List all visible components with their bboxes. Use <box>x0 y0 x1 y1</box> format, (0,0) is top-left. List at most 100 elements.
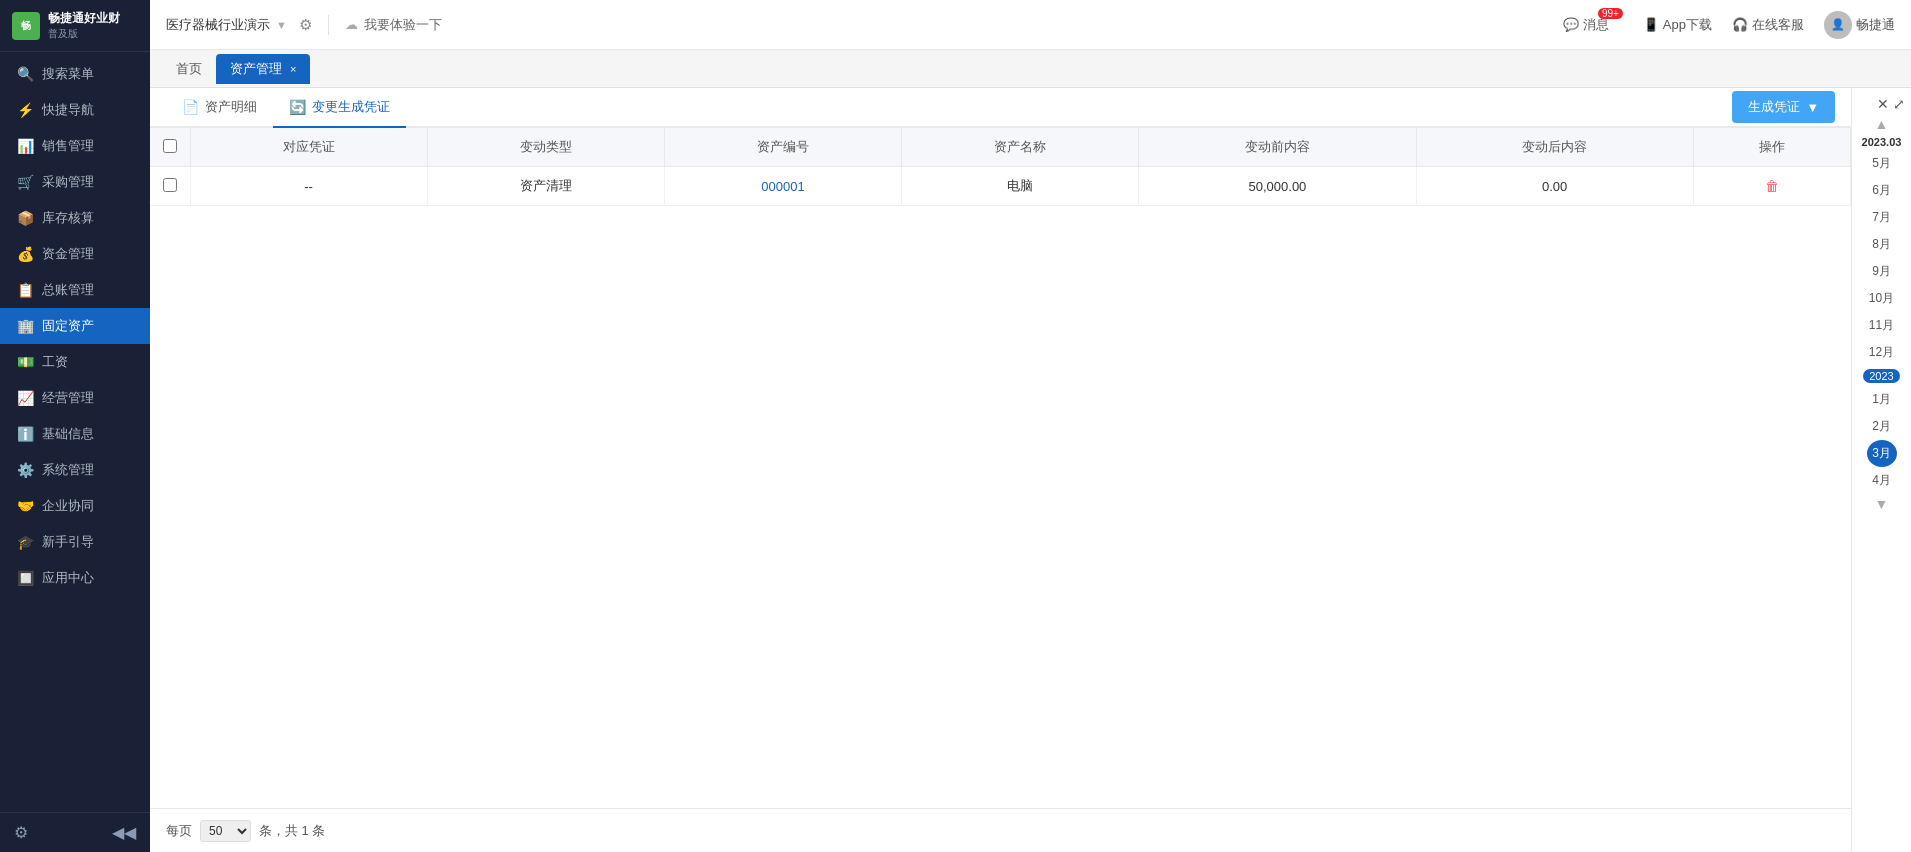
sidebar-item-guide[interactable]: 🎓 新手引导 <box>0 524 150 560</box>
sidebar-item-label: 资金管理 <box>42 245 94 263</box>
year-2023-badge[interactable]: 2023 <box>1863 369 1899 383</box>
col-asset-code: 资产编号 <box>664 128 901 167</box>
settings-icon[interactable]: ⚙ <box>299 16 312 34</box>
app-download-button[interactable]: 📱 App下载 <box>1643 16 1712 34</box>
month-9[interactable]: 9月 <box>1852 258 1911 285</box>
sidebar-item-label: 系统管理 <box>42 461 94 479</box>
tab-home[interactable]: 首页 <box>166 54 212 84</box>
tab-label: 资产管理 <box>230 60 282 78</box>
chevron-down-icon: ▼ <box>1806 100 1819 115</box>
generate-btn-label: 生成凭证 <box>1748 98 1800 116</box>
sidebar-item-operations[interactable]: 📈 经营管理 <box>0 380 150 416</box>
expand-panel-button[interactable]: ⤢ <box>1893 96 1905 112</box>
delete-icon[interactable]: 🗑 <box>1765 178 1779 194</box>
user-name: 畅捷通 <box>1856 16 1895 34</box>
sidebar-item-sales[interactable]: 📊 销售管理 <box>0 128 150 164</box>
company-name: 医疗器械行业演示 <box>166 16 270 34</box>
experience-link[interactable]: ☁ 我要体验一下 <box>345 16 442 34</box>
sidebar-item-search[interactable]: 🔍 搜索菜单 <box>0 56 150 92</box>
message-icon: 💬 <box>1563 17 1579 32</box>
month-7[interactable]: 7月 <box>1852 204 1911 231</box>
gear-icon: ⚙️ <box>16 462 34 478</box>
sidebar-footer: ⚙ ◀◀ <box>0 812 150 852</box>
app-name: 畅捷通好业财 <box>48 10 120 27</box>
user-menu[interactable]: 👤 畅捷通 <box>1824 11 1895 39</box>
month-2[interactable]: 2月 <box>1852 413 1911 440</box>
cell-after-change: 0.00 <box>1416 167 1693 206</box>
sidebar-item-label: 新手引导 <box>42 533 94 551</box>
customer-service-button[interactable]: 🎧 在线客服 <box>1732 16 1804 34</box>
sidebar-header: 畅 畅捷通好业财 普及版 <box>0 0 150 52</box>
month-6[interactable]: 6月 <box>1852 177 1911 204</box>
tab-change-voucher-label: 变更生成凭证 <box>312 98 390 116</box>
messages-button[interactable]: 💬 消息 99+ <box>1563 16 1609 34</box>
sidebar-item-enterprise[interactable]: 🤝 企业协同 <box>0 488 150 524</box>
sidebar-item-app-center[interactable]: 🔲 应用中心 <box>0 560 150 596</box>
col-before-change: 变动前内容 <box>1139 128 1416 167</box>
guide-icon: 🎓 <box>16 534 34 550</box>
settings-icon[interactable]: ⚙ <box>14 823 28 842</box>
month-1[interactable]: 1月 <box>1852 386 1911 413</box>
lightning-icon: ⚡ <box>16 102 34 118</box>
company-selector[interactable]: 医疗器械行业演示 ▼ <box>166 16 287 34</box>
select-all-checkbox[interactable] <box>163 139 177 153</box>
salary-icon: 💵 <box>16 354 34 370</box>
sidebar-item-fixed-assets[interactable]: 🏢 固定资产 <box>0 308 150 344</box>
month-4[interactable]: 4月 <box>1852 467 1911 494</box>
col-change-type: 变动类型 <box>427 128 664 167</box>
month-11[interactable]: 11月 <box>1852 312 1911 339</box>
building-icon: 🏢 <box>16 318 34 334</box>
data-table: 对应凭证 变动类型 资产编号 资产名称 变动前内容 变动后内容 操作 <box>150 128 1851 206</box>
pagination-bar: 每页 50 10 20 100 条，共 1 条 <box>150 808 1851 852</box>
search-icon: 🔍 <box>16 66 34 82</box>
sidebar-item-basic-info[interactable]: ℹ️ 基础信息 <box>0 416 150 452</box>
tab-bar: 首页 资产管理 × <box>150 50 1911 88</box>
sidebar-item-label: 采购管理 <box>42 173 94 191</box>
experience-label: 我要体验一下 <box>364 16 442 34</box>
document-icon: 📄 <box>182 99 199 115</box>
sidebar-item-inventory[interactable]: 📦 库存核算 <box>0 200 150 236</box>
close-panel-button[interactable]: ✕ <box>1877 96 1889 112</box>
col-asset-name: 资产名称 <box>902 128 1139 167</box>
box-icon: 📦 <box>16 210 34 226</box>
cell-voucher: -- <box>190 167 427 206</box>
month-10[interactable]: 10月 <box>1852 285 1911 312</box>
sidebar-item-funds[interactable]: 💰 资金管理 <box>0 236 150 272</box>
trending-icon: 📈 <box>16 390 34 406</box>
sidebar-item-salary[interactable]: 💵 工资 <box>0 344 150 380</box>
tab-asset-detail-label: 资产明细 <box>205 98 257 116</box>
collapse-icon[interactable]: ◀◀ <box>112 823 136 842</box>
tab-asset-management[interactable]: 资产管理 × <box>216 54 310 84</box>
col-checkbox <box>150 128 190 167</box>
cell-asset-code: 000001 <box>664 167 901 206</box>
sidebar-item-system[interactable]: ⚙️ 系统管理 <box>0 452 150 488</box>
tab-asset-detail[interactable]: 📄 资产明细 <box>166 88 273 128</box>
avatar: 👤 <box>1824 11 1852 39</box>
row-checkbox[interactable] <box>163 178 177 192</box>
sidebar-item-purchase[interactable]: 🛒 采购管理 <box>0 164 150 200</box>
sidebar-item-label: 快捷导航 <box>42 101 94 119</box>
money-icon: 💰 <box>16 246 34 262</box>
app-download-label: App下载 <box>1663 16 1712 34</box>
divider <box>328 15 329 35</box>
month-5[interactable]: 5月 <box>1852 150 1911 177</box>
generate-voucher-button[interactable]: 生成凭证 ▼ <box>1732 91 1835 123</box>
nav-down-arrow[interactable]: ▼ <box>1852 494 1911 514</box>
app-center-icon: 🔲 <box>16 570 34 586</box>
sidebar-item-quick-nav[interactable]: ⚡ 快捷导航 <box>0 92 150 128</box>
per-page-select[interactable]: 50 10 20 100 <box>200 820 251 842</box>
sidebar-item-label: 总账管理 <box>42 281 94 299</box>
year-2023-badge-wrap: 2023 <box>1852 369 1911 383</box>
tab-close-icon[interactable]: × <box>290 63 296 75</box>
topbar-right: 💬 消息 99+ 📱 App下载 🎧 在线客服 👤 畅捷通 <box>1563 11 1895 39</box>
sidebar-item-label: 基础信息 <box>42 425 94 443</box>
tab-change-voucher[interactable]: 🔄 变更生成凭证 <box>273 88 406 128</box>
month-12[interactable]: 12月 <box>1852 339 1911 366</box>
month-3-active[interactable]: 3月 <box>1867 440 1897 467</box>
dropdown-icon: ▼ <box>276 19 287 31</box>
generate-btn-wrap: 生成凭证 ▼ <box>1732 91 1835 123</box>
nav-up-arrow[interactable]: ▲ <box>1852 114 1911 134</box>
sidebar-item-ledger[interactable]: 📋 总账管理 <box>0 272 150 308</box>
per-page-label: 每页 <box>166 822 192 840</box>
month-8[interactable]: 8月 <box>1852 231 1911 258</box>
